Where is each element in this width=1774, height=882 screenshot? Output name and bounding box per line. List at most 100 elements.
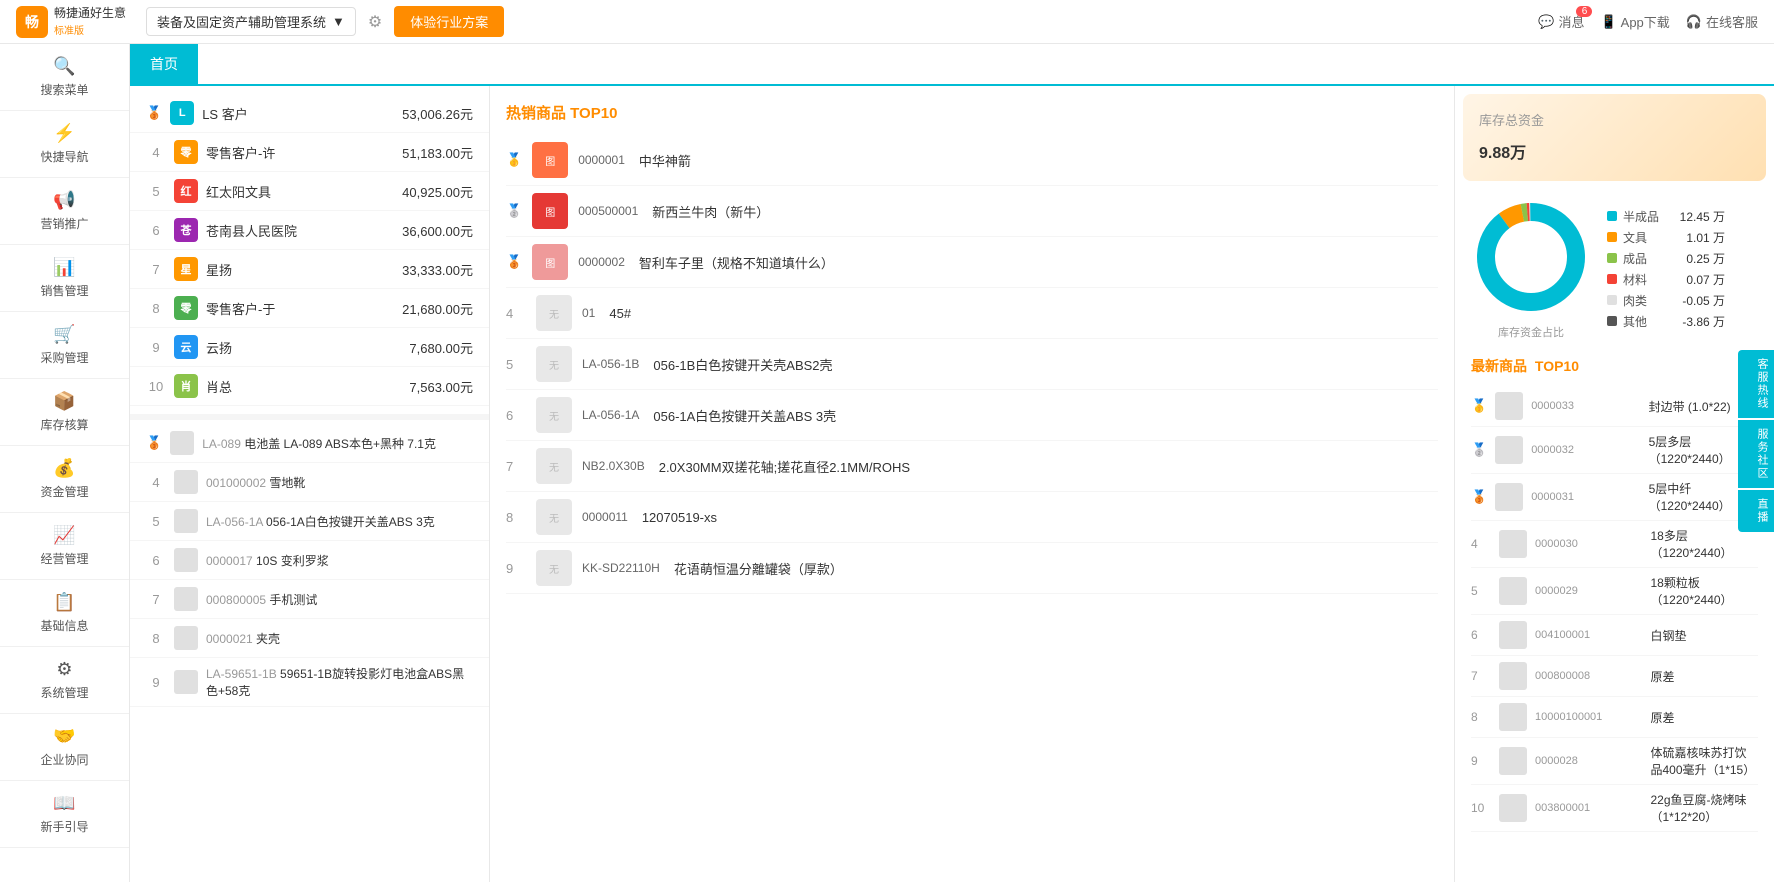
customer-rank-8[interactable]: 8 零 零售客户-于 21,680.00元	[130, 289, 489, 328]
sidebar-item-inventory[interactable]: 📦 库存核算	[0, 379, 129, 446]
tab-home[interactable]: 首页	[130, 44, 198, 84]
newest-row-5[interactable]: 5 0000029 18颗粒板（1220*2440）	[1471, 568, 1758, 615]
hot-product-5[interactable]: 5 无 LA-056-1B 056-1B白色按键开关壳ABS2壳	[506, 339, 1438, 390]
main-layout: 🔍 搜索菜单 ⚡ 快捷导航 📢 营销推广 📊 销售管理 🛒 采购管理 📦 库存核…	[0, 44, 1774, 882]
rank-num-8: 8	[146, 301, 166, 316]
customer-rank-10[interactable]: 10 肖 肖总 7,563.00元	[130, 367, 489, 406]
customer-rank-9[interactable]: 9 云 云扬 7,680.00元	[130, 328, 489, 367]
product-rank-5[interactable]: 5 LA-056-1A 056-1A白色按键开关盖ABS 3克	[130, 502, 489, 541]
newest-code-4: 0000030	[1535, 538, 1643, 550]
newest-rank-5: 5	[1471, 584, 1491, 598]
medal-bronze-3: 🥉	[506, 254, 522, 270]
sidebar-item-marketing[interactable]: 📢 营销推广	[0, 178, 129, 245]
sidebar-item-system[interactable]: ⚙ 系统管理	[0, 647, 129, 714]
msg-icon: 💬	[1538, 14, 1554, 30]
hot-product-7[interactable]: 7 无 NB2.0X30B 2.0X30MM双搓花轴;搓花直径2.1MM/ROH…	[506, 441, 1438, 492]
sidebar-item-guide[interactable]: 📖 新手引导	[0, 781, 129, 848]
newest-row-9[interactable]: 9 0000028 体硫嘉核味苏打饮品400毫升（1*15）	[1471, 738, 1758, 785]
newest-row-7[interactable]: 7 000800008 原差	[1471, 656, 1758, 697]
rank-num-7: 7	[146, 262, 166, 277]
product-img-5: 无	[536, 346, 572, 382]
settings-icon[interactable]: ⚙	[368, 12, 382, 32]
newest-code-10: 003800001	[1535, 802, 1643, 814]
customer-rank-4[interactable]: 4 零 零售客户-许 51,183.00元	[130, 133, 489, 172]
product-rank-9[interactable]: 9 LA-59651-1B 59651-1B旋转投影灯电池盒ABS黑色+58克	[130, 658, 489, 707]
product-rank-7[interactable]: 7 000800005 手机测试	[130, 580, 489, 619]
customer-rank-3[interactable]: 🥉 L LS 客户 53,006.26元	[130, 94, 489, 133]
newest-row-8[interactable]: 8 10000100001 原差	[1471, 697, 1758, 738]
customer-badge-7: 星	[174, 257, 198, 281]
top-header: 畅 畅捷通好生意 标准版 装备及固定资产辅助管理系统 ▼ ⚙ 体验行业方案 💬 …	[0, 0, 1774, 44]
product-rank-num-9: 9	[506, 561, 526, 576]
finance-icon: 💰	[53, 458, 75, 479]
prod-img-5	[174, 509, 198, 533]
product-name-8: 12070519-xs	[642, 510, 717, 525]
hot-product-4[interactable]: 4 无 01 45#	[506, 288, 1438, 339]
product-rank-3[interactable]: 🥉 LA-089 电池盖 LA-089 ABS本色+黑种 7.1克	[130, 424, 489, 463]
newest-row-6[interactable]: 6 004100001 白钢垫	[1471, 615, 1758, 656]
sidebar-item-search[interactable]: 🔍 搜索菜单	[0, 44, 129, 111]
sidebar-item-cooperation[interactable]: 🤝 企业协同	[0, 714, 129, 781]
customer-rank-6[interactable]: 6 苍 苍南县人民医院 36,600.00元	[130, 211, 489, 250]
newest-code-2: 0000032	[1531, 444, 1640, 456]
trial-btn[interactable]: 体验行业方案	[394, 6, 504, 37]
system-icon: ⚙	[56, 659, 72, 680]
inventory-card: 库存总资金 9.88万	[1463, 94, 1766, 181]
customer-rank-5[interactable]: 5 红 红太阳文具 40,925.00元	[130, 172, 489, 211]
customer-ranking-section: 🥉 L LS 客户 53,006.26元 4 零 零售客户-许 51,183.0…	[130, 86, 489, 414]
hot-product-2[interactable]: 🥈 图 000500001 新西兰牛肉（新牛）	[506, 186, 1438, 237]
newest-img-5	[1499, 577, 1527, 605]
sidebar-item-operations[interactable]: 📈 经营管理	[0, 513, 129, 580]
newest-row-10[interactable]: 10 003800001 22g鱼豆腐-烧烤味（1*12*20）	[1471, 785, 1758, 832]
legend-label-4: 肉类	[1623, 292, 1647, 309]
newest-row-3[interactable]: 🥉 0000031 5层中纤（1220*2440）	[1471, 474, 1758, 521]
prod-rank-7: 7	[146, 592, 166, 607]
newest-rank-6: 6	[1471, 628, 1491, 642]
float-btn-live[interactable]: 直播	[1738, 490, 1774, 532]
product-rank-num-5: 5	[506, 357, 526, 372]
newest-row-2[interactable]: 🥈 0000032 5层多层（1220*2440）	[1471, 427, 1758, 474]
product-rank-4[interactable]: 4 001000002 雪地靴	[130, 463, 489, 502]
hot-product-9[interactable]: 9 无 KK-SD22110H 花语萌恒温分離罐袋（厚款）	[506, 543, 1438, 594]
newest-img-1	[1495, 392, 1523, 420]
prod-img-8	[174, 626, 198, 650]
hot-product-6[interactable]: 6 无 LA-056-1A 056-1A白色按键开关盖ABS 3壳	[506, 390, 1438, 441]
newest-products-section: 最新商品 TOP10 🥇 0000033 封边带 (1.0*22) 🥈 0000…	[1455, 348, 1774, 840]
logo-sub: 标准版	[54, 22, 126, 37]
prod-name-9: LA-59651-1B 59651-1B旋转投影灯电池盒ABS黑色+58克	[206, 665, 473, 699]
hot-product-3[interactable]: 🥉 图 0000002 智利车子里（规格不知道填什么）	[506, 237, 1438, 288]
newest-img-2	[1495, 436, 1523, 464]
customer-amount-10: 7,563.00元	[409, 377, 473, 396]
hot-product-1[interactable]: 🥇 图 0000001 中华神箭	[506, 135, 1438, 186]
product-rank-8[interactable]: 8 0000021 夹壳	[130, 619, 489, 658]
msg-button[interactable]: 💬 消息 6	[1538, 12, 1584, 31]
hot-products-section: 热销商品 TOP10 🥇 图 0000001 中华神箭 🥈 图 00050000…	[490, 86, 1454, 882]
customer-rank-7[interactable]: 7 星 星扬 33,333.00元	[130, 250, 489, 289]
medal-silver-2: 🥈	[506, 203, 522, 219]
system-select[interactable]: 装备及固定资产辅助管理系统 ▼	[146, 7, 356, 36]
float-btn-service[interactable]: 客服热线	[1738, 350, 1774, 418]
customer-name-4: 零售客户-许	[206, 143, 394, 162]
sidebar-item-purchase[interactable]: 🛒 采购管理	[0, 312, 129, 379]
service-button[interactable]: 🎧 在线客服	[1686, 12, 1758, 31]
customer-badge-4: 零	[174, 140, 198, 164]
sidebar-item-quick-nav[interactable]: ⚡ 快捷导航	[0, 111, 129, 178]
sidebar-item-sales[interactable]: 📊 销售管理	[0, 245, 129, 312]
product-name-6: 056-1A白色按键开关盖ABS 3壳	[653, 406, 836, 425]
newest-row-1[interactable]: 🥇 0000033 封边带 (1.0*22)	[1471, 386, 1758, 427]
product-rank-6[interactable]: 6 0000017 10S 变利罗浆	[130, 541, 489, 580]
sidebar-item-basic-info[interactable]: 📋 基础信息	[0, 580, 129, 647]
sidebar-item-finance[interactable]: 💰 资金管理	[0, 446, 129, 513]
legend-dot-1	[1607, 232, 1617, 242]
product-img-4: 无	[536, 295, 572, 331]
float-btn-community[interactable]: 服务社区	[1738, 420, 1774, 488]
newest-code-3: 0000031	[1531, 491, 1640, 503]
legend-item-2: 成品 0.25 万	[1607, 250, 1725, 267]
app-download-button[interactable]: 📱 App下载	[1600, 12, 1669, 31]
legend-value-5: -3.86 万	[1665, 313, 1725, 330]
hot-product-8[interactable]: 8 无 0000011 12070519-xs	[506, 492, 1438, 543]
newest-row-4[interactable]: 4 0000030 18多层（1220*2440）	[1471, 521, 1758, 568]
newest-code-9: 0000028	[1535, 755, 1643, 767]
newest-rank-4: 4	[1471, 537, 1491, 551]
newest-name-5: 18颗粒板（1220*2440）	[1651, 574, 1759, 608]
